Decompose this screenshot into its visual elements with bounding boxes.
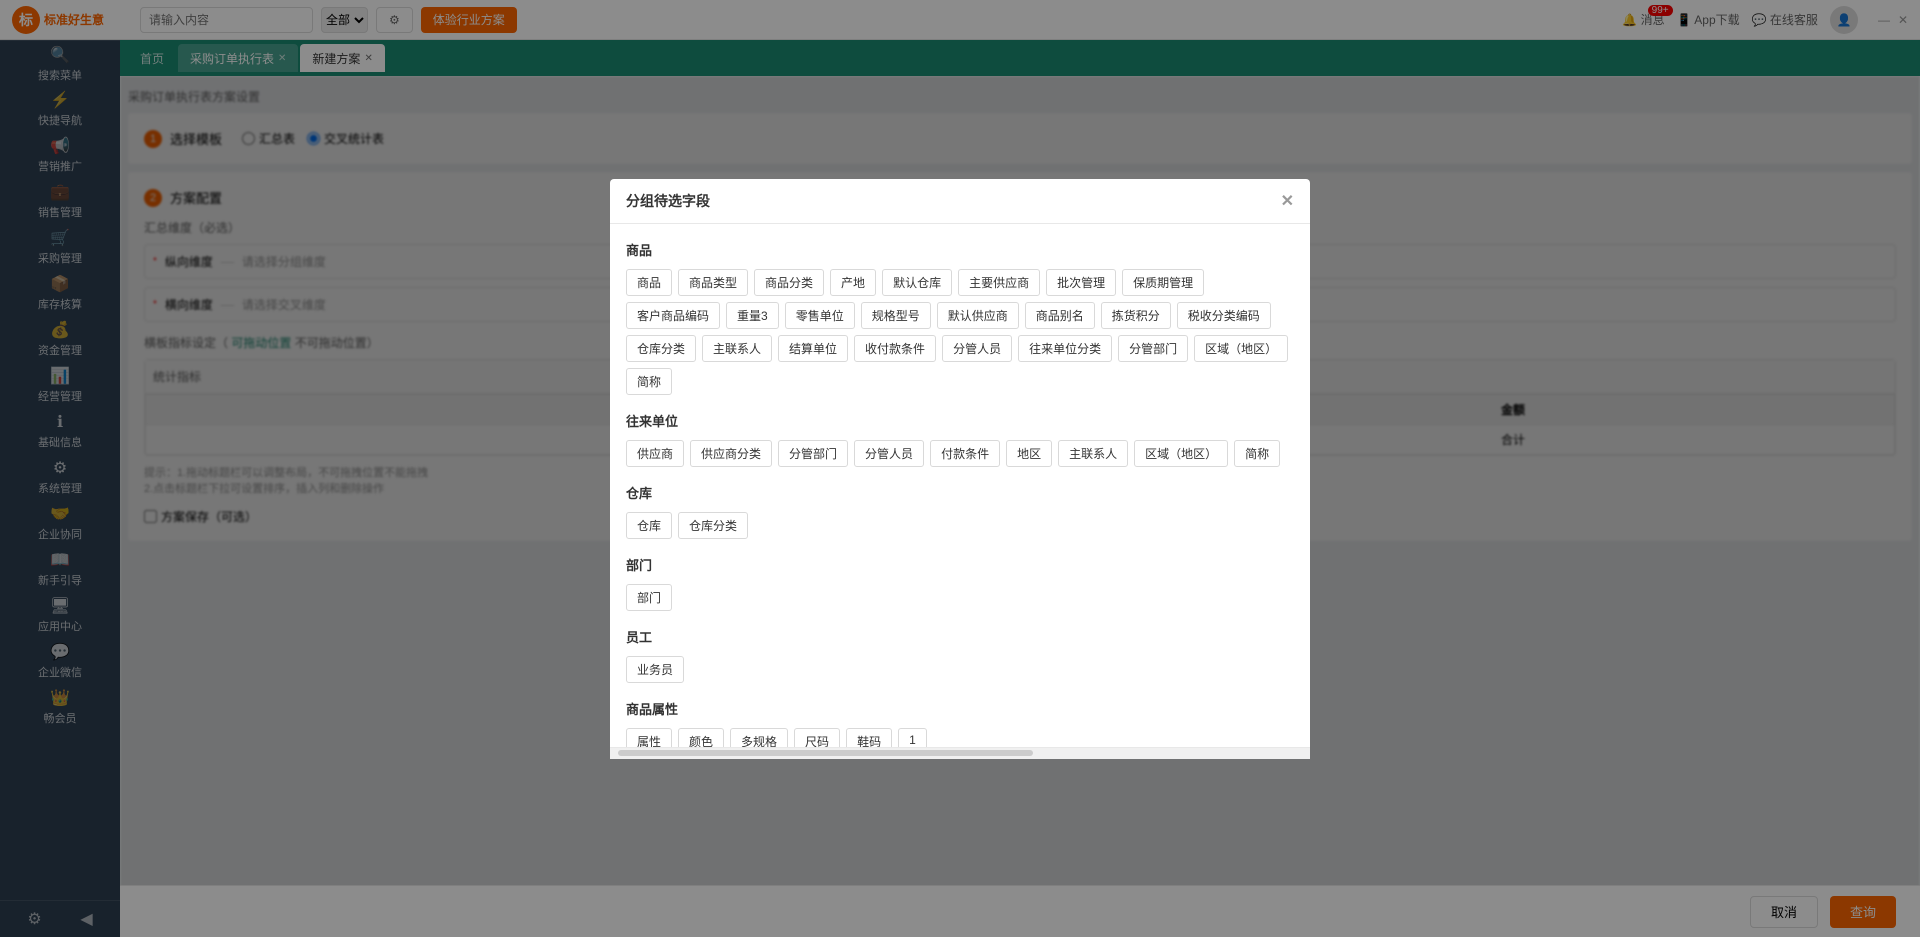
field-department[interactable]: 部门	[626, 584, 672, 611]
field-abbr[interactable]: 简称	[626, 368, 672, 395]
field-attr-1[interactable]: 1	[898, 728, 927, 747]
field-region[interactable]: 区域（地区）	[1194, 335, 1288, 362]
warehouse-fields: 仓库 仓库分类	[626, 512, 1294, 539]
section-dept: 部门 部门	[626, 555, 1294, 611]
field-product[interactable]: 商品	[626, 269, 672, 296]
field-salesperson[interactable]: 业务员	[626, 656, 684, 683]
employee-fields: 业务员	[626, 656, 1294, 683]
field-expiry-mgmt[interactable]: 保质期管理	[1122, 269, 1204, 296]
field-payment-terms[interactable]: 收付款条件	[854, 335, 936, 362]
field-shoe-size[interactable]: 鞋码	[846, 728, 892, 747]
section-employee-title: 员工	[626, 627, 1294, 646]
field-supplier-category[interactable]: 供应商分类	[690, 440, 772, 467]
field-warehouse-cat[interactable]: 仓库分类	[678, 512, 748, 539]
field-warehouse[interactable]: 仓库	[626, 512, 672, 539]
modal-header: 分组待选字段 ✕	[610, 179, 1310, 224]
field-product-category[interactable]: 商品分类	[754, 269, 824, 296]
field-default-warehouse[interactable]: 默认仓库	[882, 269, 952, 296]
field-product-alias[interactable]: 商品别名	[1025, 302, 1095, 329]
field-payment-cond[interactable]: 付款条件	[930, 440, 1000, 467]
dept-fields: 部门	[626, 584, 1294, 611]
section-partner-title: 往来单位	[626, 411, 1294, 430]
modal-title: 分组待选字段	[626, 191, 710, 211]
field-supplier[interactable]: 供应商	[626, 440, 684, 467]
section-product-attr: 商品属性 属性 颜色 多规格 尺码 鞋码 1	[626, 699, 1294, 747]
hscroll-thumb	[618, 750, 1033, 756]
field-batch-mgmt[interactable]: 批次管理	[1046, 269, 1116, 296]
modal: 分组待选字段 ✕ 商品 商品 商品类型 商品分类 产地 默认仓库 主要供应商 批…	[610, 179, 1310, 759]
field-pick-points[interactable]: 拣货积分	[1101, 302, 1171, 329]
product-fields: 商品 商品类型 商品分类 产地 默认仓库 主要供应商 批次管理 保质期管理 客户…	[626, 269, 1294, 395]
field-customer-code[interactable]: 客户商品编码	[626, 302, 720, 329]
field-manager[interactable]: 分管人员	[942, 335, 1012, 362]
field-size[interactable]: 尺码	[794, 728, 840, 747]
section-warehouse-title: 仓库	[626, 483, 1294, 502]
field-color[interactable]: 颜色	[678, 728, 724, 747]
field-partner-manager[interactable]: 分管人员	[854, 440, 924, 467]
section-warehouse: 仓库 仓库 仓库分类	[626, 483, 1294, 539]
field-warehouse-category[interactable]: 仓库分类	[626, 335, 696, 362]
section-dept-title: 部门	[626, 555, 1294, 574]
field-partner-dept[interactable]: 分管部门	[778, 440, 848, 467]
field-tax-code[interactable]: 税收分类编码	[1177, 302, 1271, 329]
modal-close-btn[interactable]: ✕	[1281, 191, 1294, 211]
section-partner: 往来单位 供应商 供应商分类 分管部门 分管人员 付款条件 地区 主联系人 区域…	[626, 411, 1294, 467]
field-settlement-unit[interactable]: 结算单位	[778, 335, 848, 362]
field-partner-category[interactable]: 往来单位分类	[1018, 335, 1112, 362]
field-weight[interactable]: 重量3	[726, 302, 779, 329]
section-product-attr-title: 商品属性	[626, 699, 1294, 718]
field-partner-abbr[interactable]: 简称	[1234, 440, 1280, 467]
field-partner-region[interactable]: 区域（地区）	[1134, 440, 1228, 467]
field-product-type[interactable]: 商品类型	[678, 269, 748, 296]
field-partner-contact[interactable]: 主联系人	[1058, 440, 1128, 467]
field-retail-unit[interactable]: 零售单位	[785, 302, 855, 329]
field-area[interactable]: 地区	[1006, 440, 1052, 467]
modal-overlay: 分组待选字段 ✕ 商品 商品 商品类型 商品分类 产地 默认仓库 主要供应商 批…	[0, 0, 1920, 937]
section-product-title: 商品	[626, 240, 1294, 259]
field-main-supplier[interactable]: 主要供应商	[958, 269, 1040, 296]
product-attr-fields: 属性 颜色 多规格 尺码 鞋码 1	[626, 728, 1294, 747]
field-origin[interactable]: 产地	[830, 269, 876, 296]
section-employee: 员工 业务员	[626, 627, 1294, 683]
modal-body[interactable]: 商品 商品 商品类型 商品分类 产地 默认仓库 主要供应商 批次管理 保质期管理…	[610, 224, 1310, 747]
section-product: 商品 商品 商品类型 商品分类 产地 默认仓库 主要供应商 批次管理 保质期管理…	[626, 240, 1294, 395]
modal-hscroll[interactable]	[610, 747, 1310, 759]
field-default-supplier[interactable]: 默认供应商	[937, 302, 1019, 329]
field-main-contact[interactable]: 主联系人	[702, 335, 772, 362]
field-dept[interactable]: 分管部门	[1118, 335, 1188, 362]
field-attribute[interactable]: 属性	[626, 728, 672, 747]
field-spec[interactable]: 规格型号	[861, 302, 931, 329]
partner-fields: 供应商 供应商分类 分管部门 分管人员 付款条件 地区 主联系人 区域（地区） …	[626, 440, 1294, 467]
field-multi-spec[interactable]: 多规格	[730, 728, 788, 747]
